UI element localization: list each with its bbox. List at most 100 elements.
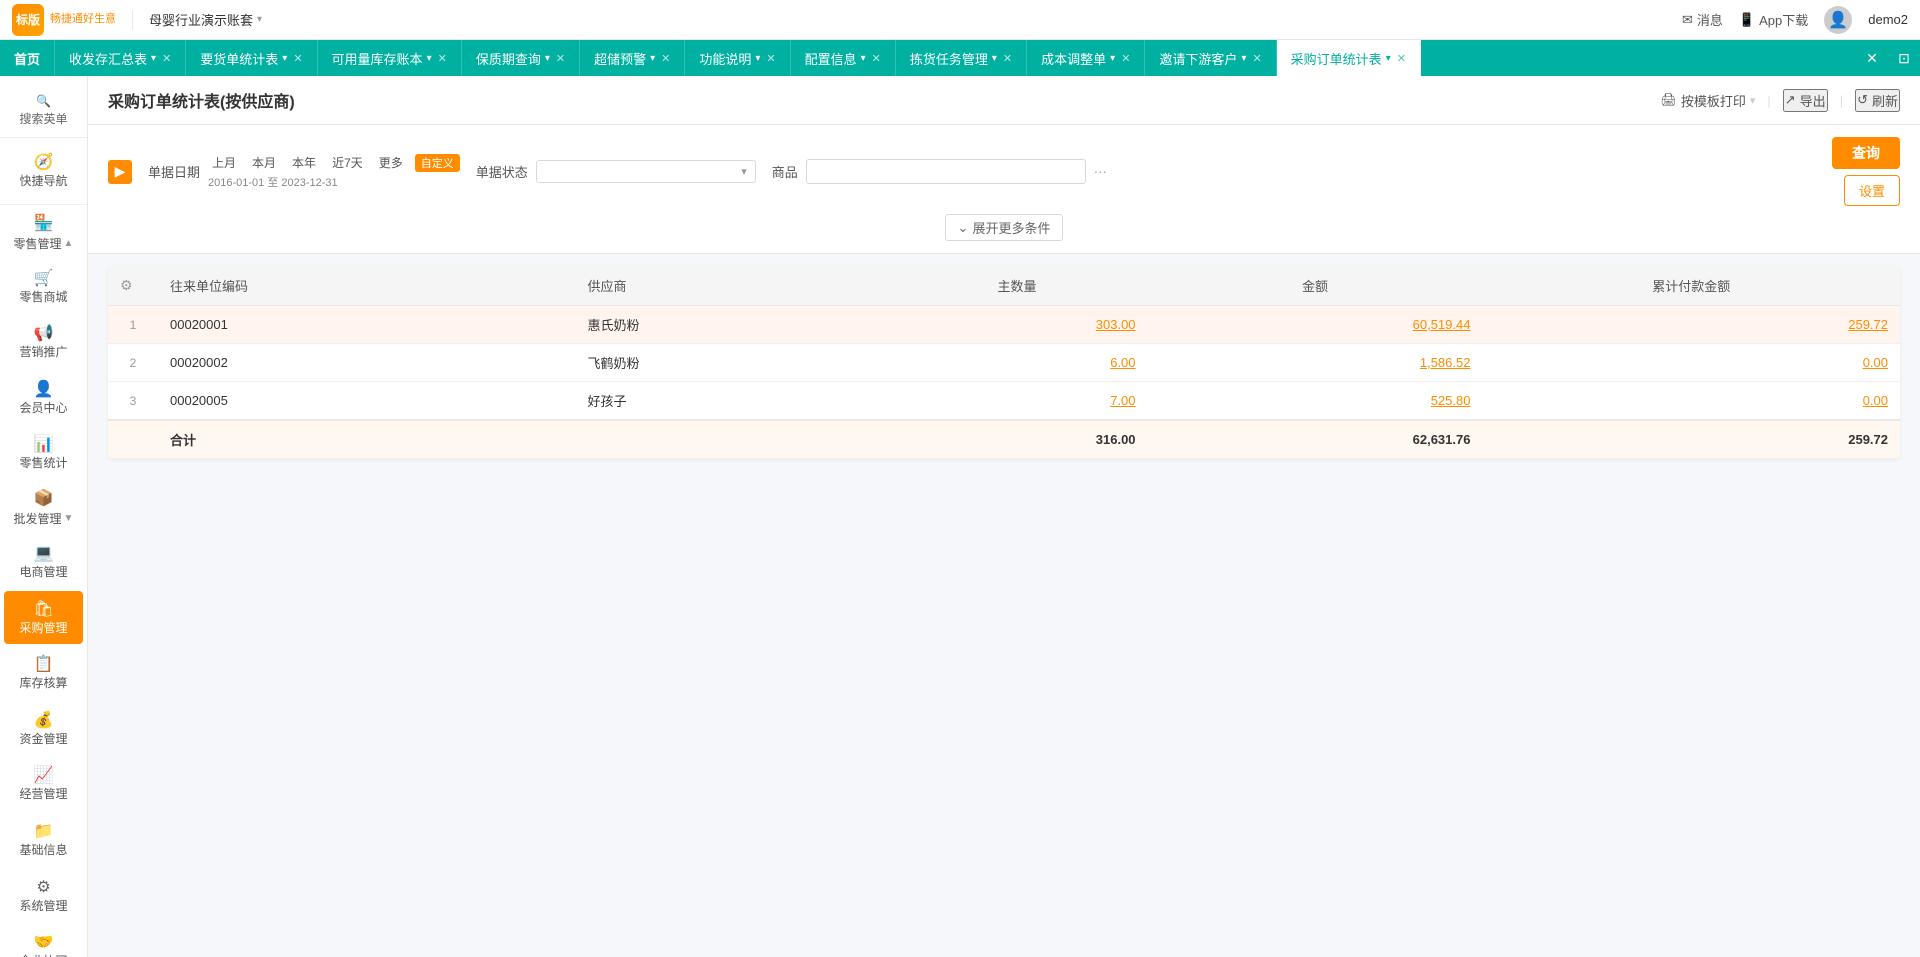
tab-close[interactable]: ✕	[661, 52, 670, 65]
table-footer: 合计 316.00 62,631.76 259.72	[108, 420, 1900, 459]
tab-collect-pay[interactable]: 收发存汇总表 ▾ ✕	[55, 40, 186, 76]
footer-quantity: 316.00	[887, 420, 1148, 459]
tab-available-stock[interactable]: 可用量库存账本 ▾ ✕	[318, 40, 462, 76]
tab-close[interactable]: ✕	[438, 52, 447, 65]
basic-info-icon: 📁	[34, 821, 54, 841]
sidebar-item-inventory[interactable]: 📋 库存核算	[4, 646, 83, 700]
sidebar-item-finance[interactable]: 💰 资金管理	[4, 702, 83, 756]
sidebar: 🔍 搜索英单 🧭 快捷导航 🏪 零售管理 ▲ 🛒 零售商城	[0, 76, 88, 957]
quantity-link[interactable]: 303.00	[1096, 317, 1136, 332]
th-settings: ⚙	[108, 266, 158, 306]
stat-icon: 📊	[34, 434, 54, 454]
amount-link[interactable]: 60,519.44	[1413, 317, 1471, 332]
shop-icon: 🛒	[34, 268, 54, 288]
shortcut-this-year[interactable]: 本年	[288, 153, 320, 172]
logo-abbr: 标版	[16, 11, 40, 28]
sidebar-item-member[interactable]: 👤 会员中心	[4, 371, 83, 425]
tab-close[interactable]: ✕	[293, 52, 302, 65]
tab-home[interactable]: 首页	[0, 40, 55, 76]
date-range-text: 2016-01-01 至 2023-12-31	[208, 174, 460, 190]
sidebar-item-quick-nav[interactable]: 🧭 快捷导航	[4, 144, 83, 198]
tab-arrow: ▾	[755, 53, 760, 64]
shortcut-more[interactable]: 更多	[375, 153, 407, 172]
tab-overstock[interactable]: 超储预警 ▾ ✕	[580, 40, 685, 76]
expand-more-button[interactable]: ⌄ 展开更多条件	[945, 214, 1064, 241]
org-selector[interactable]: 母婴行业演示账套 ▾	[149, 10, 262, 29]
tab-invite-downstream[interactable]: 邀请下游客户 ▾ ✕	[1145, 40, 1276, 76]
nav-tabs: 首页 收发存汇总表 ▾ ✕ 要货单统计表 ▾ ✕ 可用量库存账本 ▾ ✕ 保质期…	[0, 40, 1920, 76]
filter-row-1: ▶ 单据日期 上月 本月 本年 近7天 更多 自定义 2016-01-01 至	[108, 137, 1900, 206]
tab-config-info[interactable]: 配置信息 ▾ ✕	[791, 40, 896, 76]
sidebar-item-retail-shop[interactable]: 🛒 零售商城	[4, 260, 83, 314]
paid-link[interactable]: 259.72	[1848, 317, 1888, 332]
export-button[interactable]: ↗ 导出	[1783, 89, 1828, 112]
row-amount: 60,519.44	[1148, 306, 1483, 344]
tab-purchase-stat[interactable]: 采购订单统计表 ▾ ✕	[1277, 40, 1421, 76]
tab-pick-task[interactable]: 拣货任务管理 ▾ ✕	[896, 40, 1027, 76]
sidebar-item-retail[interactable]: 🏪 零售管理 ▲	[4, 207, 83, 258]
user-name[interactable]: demo2	[1868, 12, 1908, 27]
sidebar-item-sys-mgmt[interactable]: ⚙ 系统管理	[4, 869, 83, 923]
app-download-button[interactable]: 📱 App下载	[1739, 10, 1808, 29]
paid-link[interactable]: 0.00	[1863, 355, 1888, 370]
filter-toggle-button[interactable]: ▶	[108, 160, 132, 184]
tab-arrow: ▾	[1110, 53, 1115, 64]
quantity-link[interactable]: 6.00	[1110, 355, 1135, 370]
tab-close-all[interactable]: ✕	[1856, 40, 1888, 76]
org-name: 母婴行业演示账套	[149, 10, 253, 29]
tab-expand[interactable]: ⊡	[1888, 40, 1920, 76]
goods-input[interactable]	[806, 159, 1086, 184]
quantity-link[interactable]: 7.00	[1110, 393, 1135, 408]
message-icon: ✉	[1682, 12, 1693, 28]
tab-close[interactable]: ✕	[1252, 52, 1261, 65]
sidebar-item-ecommerce[interactable]: 💻 电商管理	[4, 535, 83, 589]
sidebar-item-retail-stat[interactable]: 📊 零售统计	[4, 426, 83, 480]
refresh-button[interactable]: ↺ 刷新	[1855, 89, 1900, 112]
more-options-icon[interactable]: ···	[1094, 164, 1107, 179]
query-button[interactable]: 查询	[1832, 137, 1900, 169]
shortcut-this-month[interactable]: 本月	[248, 153, 280, 172]
column-settings-icon[interactable]: ⚙	[120, 277, 133, 293]
shortcut-last-month[interactable]: 上月	[208, 153, 240, 172]
row-amount: 525.80	[1148, 382, 1483, 421]
status-select[interactable]: ▾	[536, 160, 756, 183]
amount-link[interactable]: 525.80	[1431, 393, 1471, 408]
chevron-up-icon: ▲	[64, 238, 74, 249]
tab-close[interactable]: ✕	[1003, 52, 1012, 65]
shortcut-7days[interactable]: 近7天	[328, 153, 367, 172]
sidebar-item-basic-info[interactable]: 📁 基础信息	[4, 813, 83, 867]
footer-paid: 259.72	[1482, 420, 1900, 459]
tab-cost-adjust[interactable]: 成本调整单 ▾ ✕	[1027, 40, 1145, 76]
amount-link[interactable]: 1,586.52	[1420, 355, 1471, 370]
row-num: 3	[108, 382, 158, 421]
sidebar-item-purchase[interactable]: 🛍 采购管理	[4, 591, 83, 645]
tab-close[interactable]: ✕	[872, 52, 881, 65]
sidebar-item-batch[interactable]: 📦 批发管理 ▼	[4, 482, 83, 533]
tab-close[interactable]: ✕	[556, 52, 565, 65]
th-paid: 累计付款金额	[1482, 266, 1900, 306]
table-container: ⚙ 往来单位编码 供应商 主数量	[88, 254, 1920, 471]
print-icon: 🖨	[1660, 92, 1677, 108]
tab-goods-stat[interactable]: 要货单统计表 ▾ ✕	[186, 40, 317, 76]
chevron-right-icon: ▶	[115, 163, 126, 180]
tab-close[interactable]: ✕	[162, 52, 171, 65]
message-button[interactable]: ✉ 消息	[1682, 10, 1723, 29]
tab-close[interactable]: ✕	[1121, 52, 1130, 65]
sidebar-item-operation[interactable]: 📈 经营管理	[4, 757, 83, 811]
tab-arrow: ▾	[545, 53, 550, 64]
paid-link[interactable]: 0.00	[1863, 393, 1888, 408]
tab-arrow: ▾	[282, 53, 287, 64]
top-bar-right: ✉ 消息 📱 App下载 👤 demo2	[1682, 6, 1908, 34]
search-button[interactable]: 🔍 搜索英单	[8, 90, 79, 131]
tab-func-desc[interactable]: 功能说明 ▾ ✕	[685, 40, 790, 76]
tab-close[interactable]: ✕	[1397, 52, 1406, 65]
tab-close[interactable]: ✕	[766, 52, 775, 65]
settings-button[interactable]: 设置	[1844, 175, 1900, 206]
tab-shelf-query[interactable]: 保质期查询 ▾ ✕	[462, 40, 580, 76]
search-icon: 🔍	[36, 94, 51, 108]
custom-date-badge[interactable]: 自定义	[415, 154, 460, 172]
row-num: 1	[108, 306, 158, 344]
sidebar-item-enterprise[interactable]: 🤝 企业协同	[4, 924, 83, 957]
sidebar-item-marketing[interactable]: 📢 营销推广	[4, 315, 83, 369]
print-button[interactable]: 🖨 按模板打印 ▾	[1660, 91, 1755, 110]
